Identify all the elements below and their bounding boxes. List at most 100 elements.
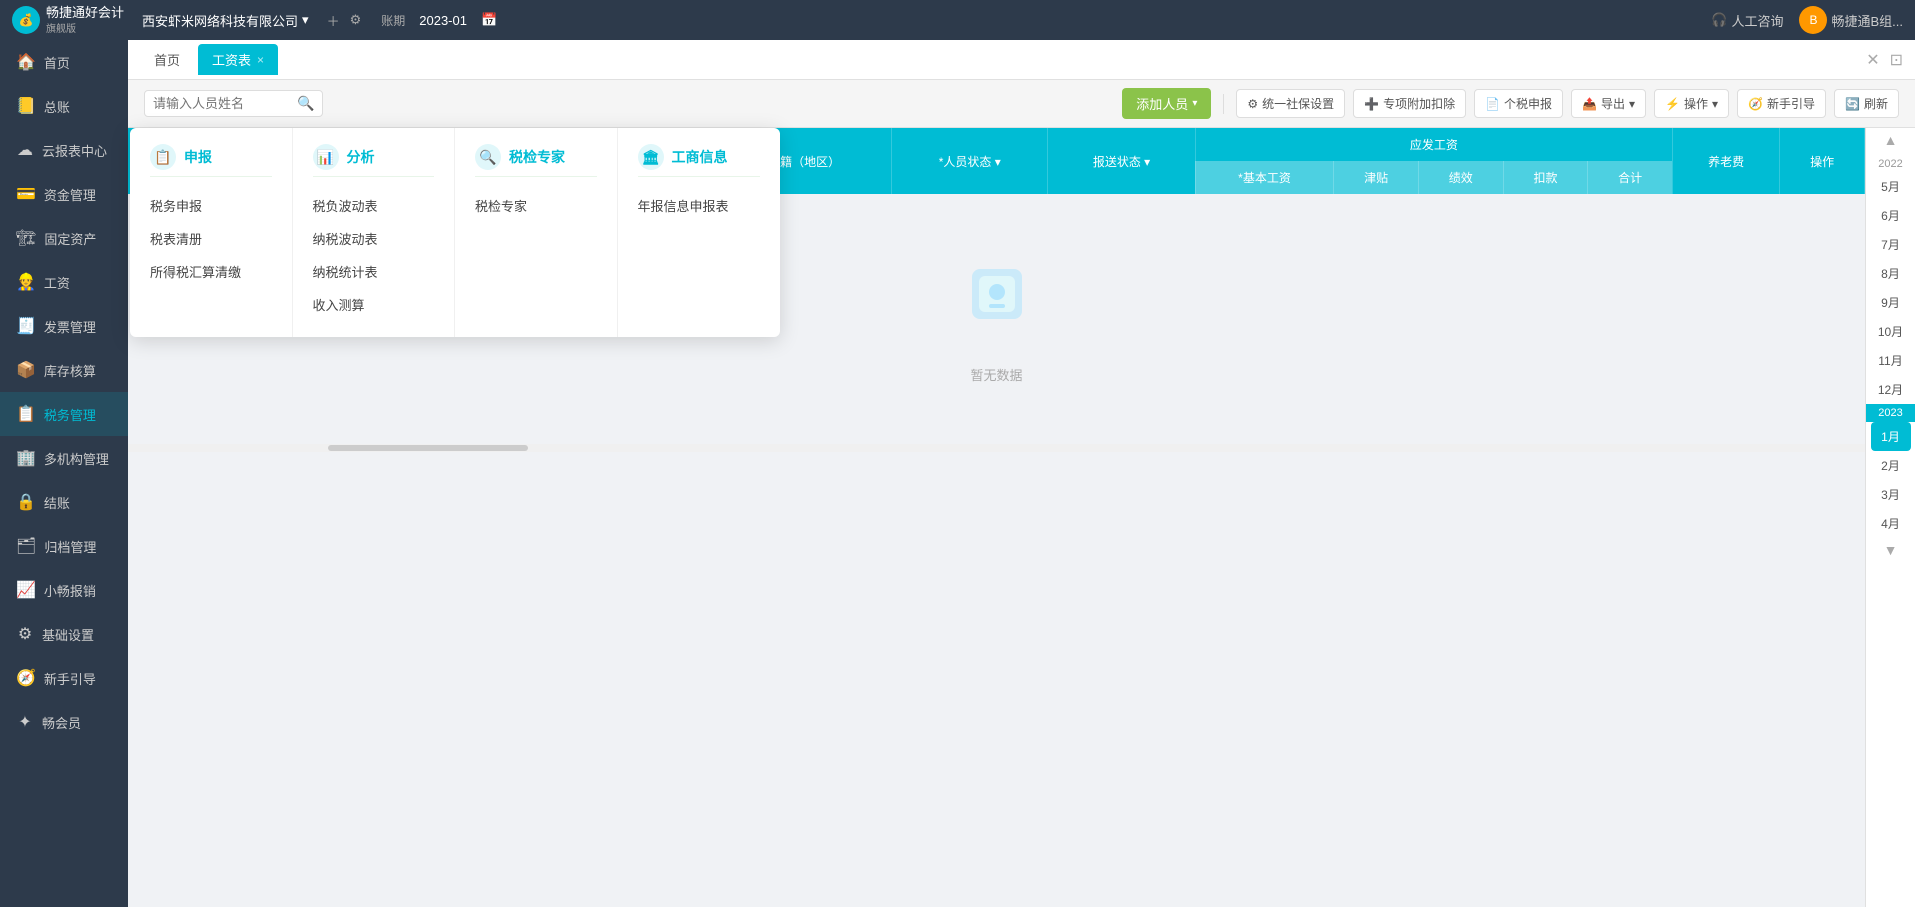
menu-item-annual-report[interactable]: 年报信息申报表	[638, 189, 761, 222]
invoice-icon: 🧾	[16, 316, 36, 336]
empty-icon	[957, 254, 1037, 353]
tab-salary[interactable]: 工资表 ×	[198, 44, 278, 75]
guide-icon: 🧭	[1748, 97, 1763, 111]
sidebar-item-multi-org[interactable]: 🏢多机构管理	[0, 436, 128, 480]
cal-month-curr-4月[interactable]: 4月	[1871, 509, 1911, 538]
declare-section-icon: 📋	[150, 144, 176, 170]
menu-item-tax-payment[interactable]: 纳税波动表	[313, 222, 435, 255]
cal-month-prev-7月[interactable]: 7月	[1871, 230, 1911, 259]
menu-item-income-calc[interactable]: 收入测算	[313, 288, 435, 321]
export-btn[interactable]: 📤 导出 ▾	[1571, 89, 1646, 118]
sidebar-item-inventory[interactable]: 📦库存核算	[0, 348, 128, 392]
service-label: 人工咨询	[1731, 11, 1783, 30]
fund-icon: 💳	[16, 184, 36, 204]
sidebar-label-close: 结账	[44, 493, 70, 512]
export-icon: 📤	[1582, 97, 1597, 111]
period-label: 账期	[381, 12, 405, 29]
menu-item-income-clear[interactable]: 所得税汇算清缴	[150, 255, 272, 288]
cal-month-prev-6月[interactable]: 6月	[1871, 201, 1911, 230]
sidebar-label-ledger: 总账	[44, 97, 70, 116]
refresh-btn[interactable]: 🔄 刷新	[1834, 89, 1899, 118]
base-salary-header: *基本工资	[1195, 161, 1334, 194]
search-input[interactable]	[153, 96, 293, 111]
menu-item-tax-expert[interactable]: 税检专家	[475, 189, 597, 222]
operate-btn[interactable]: ⚡ 操作 ▾	[1654, 89, 1729, 118]
add-employee-button[interactable]: 添加人员 ▾	[1122, 88, 1211, 119]
cal-month-prev-8月[interactable]: 8月	[1871, 259, 1911, 288]
sidebar-item-salary[interactable]: 👷工资	[0, 260, 128, 304]
sidebar-label-multi-org: 多机构管理	[44, 449, 109, 468]
toolbar-sep-1	[1223, 94, 1224, 114]
settings-icon[interactable]: ⚙	[350, 12, 362, 28]
sidebar-item-basic[interactable]: ⚙基础设置	[0, 612, 128, 656]
menu-item-tax-declare[interactable]: 税务申报	[150, 189, 272, 222]
cal-next-btn[interactable]: ▼	[1884, 542, 1898, 558]
salary-group-header: 应发工资	[1195, 128, 1672, 161]
cal-month-prev-12月[interactable]: 12月	[1871, 375, 1911, 404]
sidebar-item-cloud[interactable]: ☁云报表中心	[0, 128, 128, 172]
horizontal-scrollbar[interactable]	[128, 444, 1865, 452]
add-company-icon[interactable]: ＋	[327, 11, 340, 30]
menu-item-tax-table[interactable]: 税表清册	[150, 222, 272, 255]
menu-col-expert: 🔍税检专家税检专家	[455, 128, 618, 337]
cal-prev-btn[interactable]: ▲	[1884, 132, 1898, 148]
curr-year-header: 2023	[1866, 404, 1915, 422]
menu-item-tax-burden[interactable]: 税负波动表	[313, 189, 435, 222]
special-deduction-btn[interactable]: ➕ 专项附加扣除	[1353, 89, 1466, 118]
tax-label: 个税申报	[1504, 95, 1552, 112]
menu-item-tax-stat[interactable]: 纳税统计表	[313, 255, 435, 288]
export-label: 导出	[1601, 95, 1625, 112]
sidebar-item-fund[interactable]: 💳 资金管理	[0, 172, 128, 216]
cal-month-prev-5月[interactable]: 5月	[1871, 172, 1911, 201]
tab-home[interactable]: 首页	[140, 44, 194, 75]
chevron-down-icon[interactable]: ▾	[302, 12, 309, 28]
sidebar-item-invoice[interactable]: 🧾发票管理	[0, 304, 128, 348]
logo-icon: 💰	[12, 6, 40, 34]
sidebar-item-report[interactable]: 📈小畅报销	[0, 568, 128, 612]
business-section-icon: 🏛	[638, 144, 664, 170]
tax-declare-btn[interactable]: 📄 个税申报	[1474, 89, 1563, 118]
tab-close-icon[interactable]: ×	[257, 53, 264, 67]
sidebar-label-archive: 归档管理	[44, 537, 96, 556]
close-icon: 🔒	[16, 492, 36, 512]
calendar-icon[interactable]: 📅	[481, 12, 497, 28]
headset-icon: 🎧	[1711, 12, 1727, 28]
service-btn[interactable]: 🎧 人工咨询	[1711, 11, 1783, 30]
operation-header: 操作	[1780, 128, 1865, 194]
cal-month-prev-10月[interactable]: 10月	[1871, 317, 1911, 346]
sidebar-item-home[interactable]: 🏠首页	[0, 40, 128, 84]
window-close-icon[interactable]: ✕	[1866, 50, 1879, 70]
cal-month-curr-1月[interactable]: 1月	[1871, 422, 1911, 451]
tab-bar: 首页 工资表 × ✕ ⊡	[128, 40, 1915, 80]
special-label: 专项附加扣除	[1383, 95, 1455, 112]
sidebar: 🏠首页 📒 总账 ☁云报表中心 💳 资金管理 🏗固定资产👷工资🧾发票管理📦库存核算📋税务管理…	[0, 40, 128, 907]
ledger-icon: 📒	[16, 96, 36, 116]
cal-month-curr-3月[interactable]: 3月	[1871, 480, 1911, 509]
social-insurance-btn[interactable]: ⚙ 统一社保设置	[1236, 89, 1345, 118]
window-minimize-icon[interactable]: ⊡	[1890, 50, 1903, 70]
home-tab-label: 首页	[154, 50, 180, 69]
cal-month-curr-2月[interactable]: 2月	[1871, 451, 1911, 480]
report-status-header: 报送状态 ▾	[1048, 128, 1195, 194]
operate-arrow: ▾	[1712, 97, 1718, 111]
pension-header: 养老费	[1672, 128, 1779, 194]
guide-btn[interactable]: 🧭 新手引导	[1737, 89, 1826, 118]
scrollbar-thumb[interactable]	[328, 445, 528, 451]
cal-month-prev-9月[interactable]: 9月	[1871, 288, 1911, 317]
sidebar-item-vip[interactable]: ✦畅会员	[0, 700, 128, 744]
sidebar-item-tax[interactable]: 📋税务管理	[0, 392, 128, 436]
sidebar-label-cloud: 云报表中心	[42, 141, 107, 160]
sidebar-item-archive[interactable]: 🗂归档管理	[0, 524, 128, 568]
main-layout: 🏠首页📒总账☁云报表中心💳资金管理🏗固定资产👷工资🧾发票管理📦库存核算📋税务管理…	[0, 40, 1915, 907]
sidebar-item-assets[interactable]: 🏗固定资产	[0, 216, 128, 260]
operate-icon: ⚡	[1665, 97, 1680, 111]
user-btn[interactable]: B 畅捷通B组...	[1799, 6, 1903, 34]
refresh-icon: 🔄	[1845, 97, 1860, 111]
sidebar-label-fund: 资金管理	[44, 185, 96, 204]
sidebar-label-tax: 税务管理	[44, 405, 96, 424]
cal-month-prev-11月[interactable]: 11月	[1871, 346, 1911, 375]
sidebar-item-ledger[interactable]: 📒 总账	[0, 84, 128, 128]
sidebar-item-close[interactable]: 🔒 结账	[0, 480, 128, 524]
sidebar-item-guide[interactable]: 🧭新手引导	[0, 656, 128, 700]
company-selector[interactable]: 西安虾米网络科技有限公司 ▾	[134, 7, 317, 34]
